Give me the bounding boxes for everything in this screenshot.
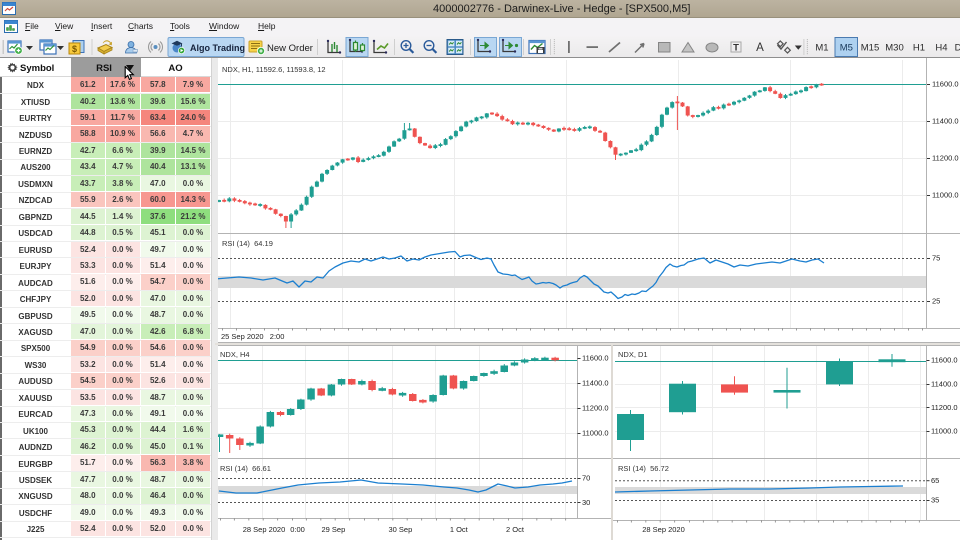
svg-text:11400.0: 11400.0 xyxy=(932,117,959,126)
svg-text:T: T xyxy=(733,42,739,53)
svg-text:28 Sep 2020: 28 Sep 2020 xyxy=(642,525,685,534)
svg-text:75: 75 xyxy=(932,254,940,263)
svg-text:11400.0: 11400.0 xyxy=(582,379,609,388)
svg-text:11200.0: 11200.0 xyxy=(932,154,959,163)
svg-text:NDX, H4: NDX, H4 xyxy=(220,350,250,359)
svg-text:2 Oct: 2 Oct xyxy=(506,525,525,534)
svg-text:M15: M15 xyxy=(861,43,879,54)
svg-text:29 Sep: 29 Sep xyxy=(322,525,346,534)
svg-text:M30: M30 xyxy=(885,43,903,54)
svg-text:NDX, H1, 11592.6, 11593.8, 12: NDX, H1, 11592.6, 11593.8, 12 xyxy=(222,65,326,74)
svg-text:M5: M5 xyxy=(840,43,853,54)
svg-text:30 Sep: 30 Sep xyxy=(389,525,413,534)
svg-text:11600.0: 11600.0 xyxy=(932,80,959,89)
svg-text:11600.0: 11600.0 xyxy=(931,356,958,365)
svg-text:25: 25 xyxy=(932,297,940,306)
svg-text:1 Oct: 1 Oct xyxy=(450,525,469,534)
svg-text:$: $ xyxy=(72,44,77,54)
svg-text:RSI (14) 56.72: RSI (14) 56.72 xyxy=(618,464,669,473)
svg-text:11600.0: 11600.0 xyxy=(582,354,609,363)
svg-text:11000.0: 11000.0 xyxy=(931,427,958,436)
svg-text:11000.0: 11000.0 xyxy=(582,429,609,438)
svg-text:RSI (14) 64.19: RSI (14) 64.19 xyxy=(222,239,273,248)
svg-text:Algo Trading: Algo Trading xyxy=(190,43,245,53)
svg-text:A: A xyxy=(756,42,764,54)
svg-text:65: 65 xyxy=(931,476,939,485)
svg-text:H1: H1 xyxy=(913,43,925,54)
svg-text:35: 35 xyxy=(931,496,939,505)
svg-text:11200.0: 11200.0 xyxy=(582,404,609,413)
svg-text:0:00: 0:00 xyxy=(290,525,305,534)
svg-text:25 Sep 2020 2:00: 25 Sep 2020 2:00 xyxy=(221,332,284,341)
svg-text:New Order: New Order xyxy=(267,43,313,54)
svg-text:11200.0: 11200.0 xyxy=(931,403,958,412)
svg-text:RSI (14) 66.61: RSI (14) 66.61 xyxy=(220,464,271,473)
svg-text:D: D xyxy=(955,43,960,54)
svg-text:H4: H4 xyxy=(935,43,947,54)
svg-text:M1: M1 xyxy=(815,43,828,54)
svg-text:30: 30 xyxy=(582,498,590,507)
svg-text:11400.0: 11400.0 xyxy=(931,380,958,389)
svg-text:11000.0: 11000.0 xyxy=(932,191,959,200)
svg-text:28 Sep 2020: 28 Sep 2020 xyxy=(243,525,286,534)
svg-text:70: 70 xyxy=(582,474,590,483)
svg-text:NDX, D1: NDX, D1 xyxy=(618,350,648,359)
